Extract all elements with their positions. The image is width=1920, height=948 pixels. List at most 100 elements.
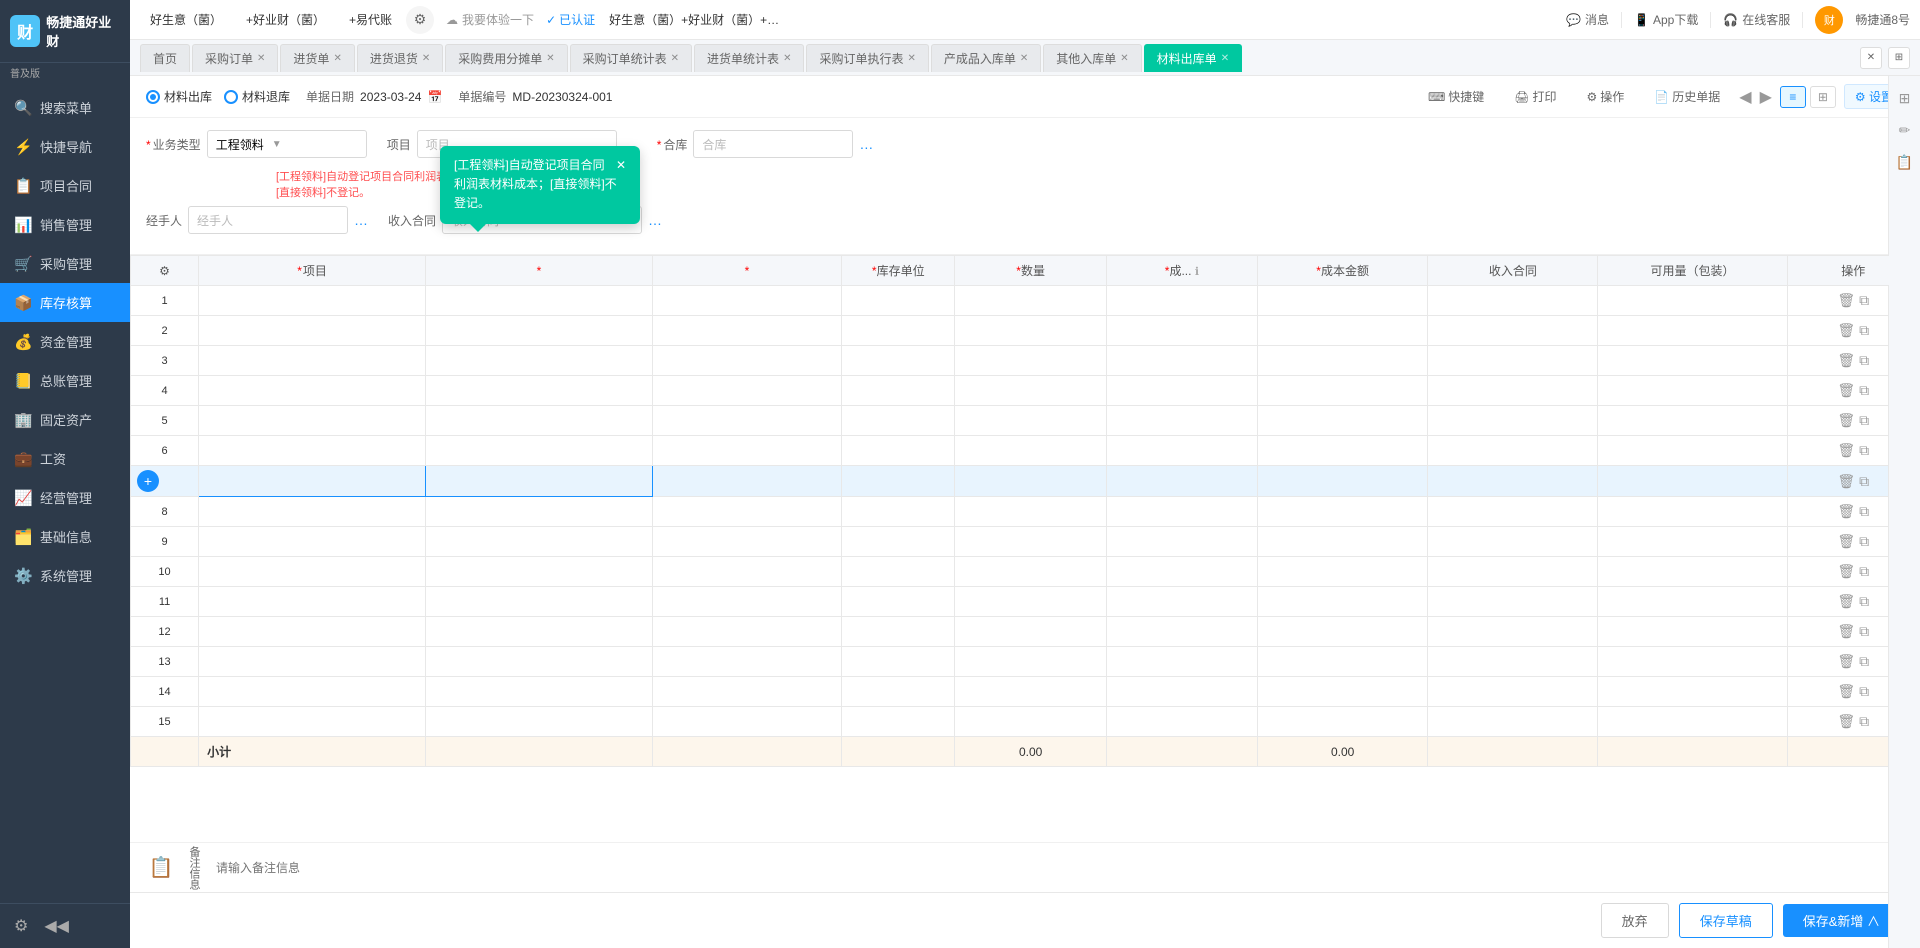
new-row-copy-icon[interactable]: ⧉ — [1859, 473, 1869, 490]
business-type-select[interactable]: 工程领料 ▼ — [207, 130, 367, 158]
row-1-qty[interactable] — [955, 286, 1106, 316]
tab-material-outbound[interactable]: 材料出库单✕ — [1144, 44, 1242, 72]
row-4-delete-icon[interactable]: 🗑 — [1837, 382, 1855, 399]
sidebar-item-inventory[interactable]: 📦 库存核算 — [0, 283, 130, 322]
row-13-copy-icon[interactable]: ⧉ — [1859, 653, 1869, 670]
new-row-material[interactable] — [426, 466, 653, 497]
new-row-delete-icon[interactable]: 🗑 — [1837, 473, 1855, 490]
sidebar-item-project-contract[interactable]: 📋 项目合同 — [0, 166, 130, 205]
nav-easy-agency[interactable]: +易代账 — [339, 7, 402, 32]
row-3-delete-icon[interactable]: 🗑 — [1837, 352, 1855, 369]
row-2-avail[interactable] — [1598, 316, 1787, 346]
user-avatar[interactable]: 财 — [1815, 6, 1843, 34]
tab-purchase-order[interactable]: 采购订单✕ — [192, 44, 278, 72]
row-1-delete-icon[interactable]: 🗑 — [1837, 292, 1855, 309]
add-row-btn[interactable]: + — [137, 470, 159, 492]
sidebar-item-system[interactable]: ⚙️ 系统管理 — [0, 556, 130, 595]
row-14-delete-icon[interactable]: 🗑 — [1837, 683, 1855, 700]
right-panel-icon3[interactable]: 📋 — [1893, 150, 1917, 174]
row-5-copy-icon[interactable]: ⧉ — [1859, 412, 1869, 429]
sidebar-item-sales[interactable]: 📊 销售管理 — [0, 205, 130, 244]
income-contract-more-icon[interactable]: … — [648, 212, 662, 228]
row-14-copy-icon[interactable]: ⧉ — [1859, 683, 1869, 700]
print-btn[interactable]: 🖨打印 — [1503, 84, 1567, 109]
tab-home[interactable]: 首页 — [140, 44, 190, 72]
row-8-copy-icon[interactable]: ⧉ — [1859, 503, 1869, 520]
row-2-project[interactable] — [199, 316, 426, 346]
close-material-outbound-icon[interactable]: ✕ — [1221, 53, 1229, 64]
date-value[interactable]: 2023-03-24 — [360, 90, 421, 104]
row-9-delete-icon[interactable]: 🗑 — [1837, 533, 1855, 550]
username[interactable]: 畅捷通8号 — [1855, 11, 1910, 28]
sidebar-item-finance[interactable]: 💰 资金管理 — [0, 322, 130, 361]
row-2-copy-icon[interactable]: ⧉ — [1859, 322, 1869, 339]
discard-button[interactable]: 放弃 — [1601, 903, 1669, 938]
row-2-income[interactable] — [1428, 316, 1598, 346]
calendar-icon[interactable]: 📅 — [427, 90, 442, 104]
row-2-cost-amt[interactable] — [1258, 316, 1428, 346]
sidebar-item-salary[interactable]: 💼 工资 — [0, 439, 130, 478]
sidebar-item-ledger[interactable]: 📒 总账管理 — [0, 361, 130, 400]
nav-good-finance[interactable]: +好业财（菌） — [236, 7, 335, 32]
close-purchase-exec-icon[interactable]: ✕ — [907, 53, 915, 64]
radio-material-out[interactable]: 材料出库 — [146, 88, 212, 105]
row-1-cost[interactable] — [1106, 286, 1257, 316]
row-11-delete-icon[interactable]: 🗑 — [1837, 593, 1855, 610]
next-record-icon[interactable]: ▶ — [1760, 87, 1772, 107]
radio-material-return[interactable]: 材料退库 — [224, 88, 290, 105]
sidebar-item-purchase[interactable]: 🛒 采购管理 — [0, 244, 130, 283]
col-gear-header[interactable]: ⚙ — [131, 256, 199, 286]
nav-combined[interactable]: 好生意（菌）+好业财（菌）+… — [599, 7, 789, 32]
save-draft-button[interactable]: 保存草稿 — [1679, 903, 1773, 938]
warehouse-more-icon[interactable]: … — [859, 136, 873, 152]
row-1-avail[interactable] — [1598, 286, 1787, 316]
row-2-material[interactable] — [426, 316, 653, 346]
close-purchase-order-icon[interactable]: ✕ — [257, 53, 265, 64]
sidebar-item-quick-nav[interactable]: ⚡ 快捷导航 — [0, 127, 130, 166]
notes-input[interactable] — [216, 861, 1904, 875]
tooltip-close-btn[interactable]: ✕ — [616, 156, 626, 175]
row-13-delete-icon[interactable]: 🗑 — [1837, 653, 1855, 670]
row-3-cost[interactable] — [1106, 346, 1257, 376]
close-other-inbound-icon[interactable]: ✕ — [1120, 53, 1128, 64]
close-product-inbound-icon[interactable]: ✕ — [1020, 53, 1028, 64]
handler-input[interactable]: 经手人 — [188, 206, 348, 234]
row-1-spec[interactable] — [652, 286, 841, 316]
row-3-unit[interactable] — [842, 346, 955, 376]
operations-btn[interactable]: ⚙操作 — [1576, 84, 1636, 109]
row-15-copy-icon[interactable]: ⧉ — [1859, 713, 1869, 730]
row-12-delete-icon[interactable]: 🗑 — [1837, 623, 1855, 640]
shortcut-key-btn[interactable]: ⌨快捷键 — [1417, 84, 1495, 109]
row-2-spec[interactable] — [652, 316, 841, 346]
close-incoming-return-icon[interactable]: ✕ — [422, 53, 430, 64]
prev-record-icon[interactable]: ◀ — [1739, 87, 1751, 107]
row-12-copy-icon[interactable]: ⧉ — [1859, 623, 1869, 640]
row-10-copy-icon[interactable]: ⧉ — [1859, 563, 1869, 580]
close-incoming-stats-icon[interactable]: ✕ — [783, 53, 791, 64]
save-new-button[interactable]: 保存&新增 ∧ — [1783, 904, 1900, 937]
row-1-unit[interactable] — [842, 286, 955, 316]
sidebar-collapse-icon[interactable]: ◀◀ — [44, 916, 69, 936]
row-8-delete-icon[interactable]: 🗑 — [1837, 503, 1855, 520]
history-btn[interactable]: 📄历史单据 — [1643, 84, 1731, 109]
row-9-copy-icon[interactable]: ⧉ — [1859, 533, 1869, 550]
warehouse-input[interactable]: 合库 — [693, 130, 853, 158]
online-service-btn[interactable]: 🎧 在线客服 — [1723, 11, 1790, 28]
row-3-qty[interactable] — [955, 346, 1106, 376]
sidebar-item-search[interactable]: 🔍 搜索菜单 — [0, 88, 130, 127]
tab-close-all-btn[interactable]: ✕ — [1860, 47, 1882, 69]
tab-purchase-stats[interactable]: 采购订单统计表✕ — [570, 44, 692, 72]
row-1-project[interactable] — [199, 286, 426, 316]
row-3-material[interactable] — [426, 346, 653, 376]
tab-incoming-stats[interactable]: 进货单统计表✕ — [694, 44, 804, 72]
row-1-material[interactable] — [426, 286, 653, 316]
row-2-cost[interactable] — [1106, 316, 1257, 346]
close-incoming-icon[interactable]: ✕ — [333, 53, 341, 64]
right-panel-icon1[interactable]: ⊞ — [1893, 86, 1917, 110]
nav-good-business[interactable]: 好生意（菌） — [140, 7, 232, 32]
row-2-unit[interactable] — [842, 316, 955, 346]
tab-other-inbound[interactable]: 其他入库单✕ — [1043, 44, 1141, 72]
table-view-btn[interactable]: ≡ — [1780, 86, 1806, 108]
tab-nav-left-btn[interactable]: ⊞ — [1888, 47, 1910, 69]
row-1-copy-icon[interactable]: ⧉ — [1859, 292, 1869, 309]
